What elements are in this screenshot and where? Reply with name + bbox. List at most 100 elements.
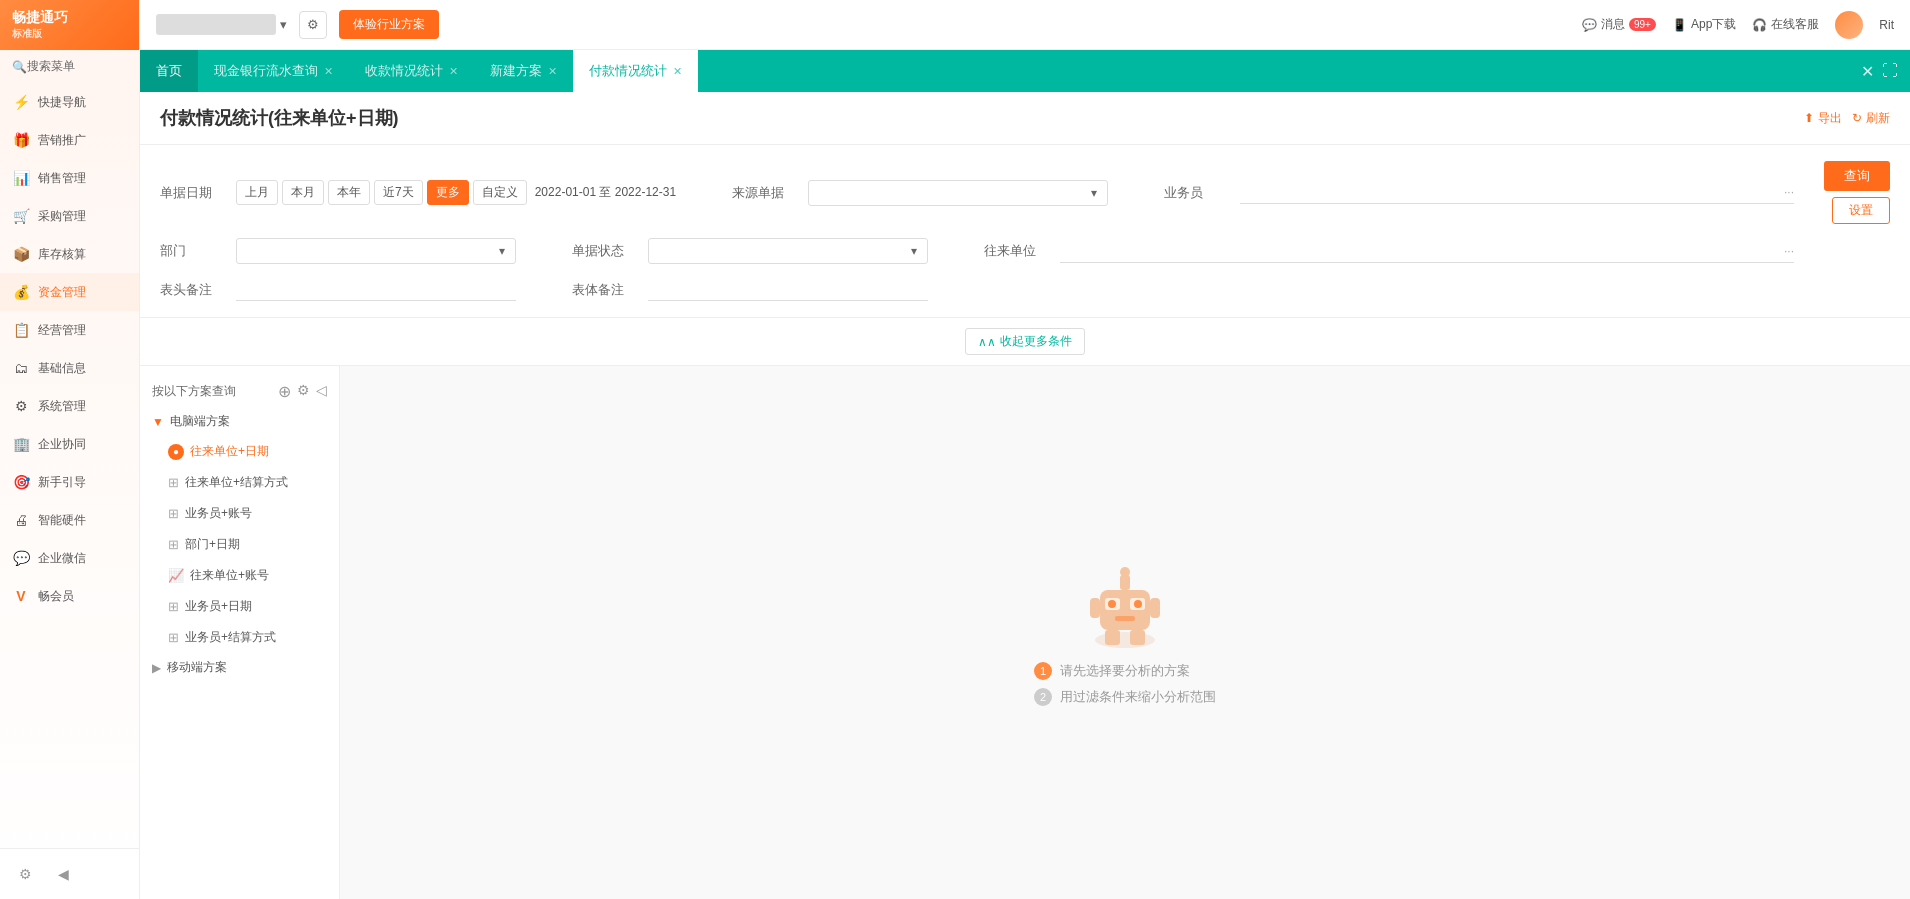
scheme-item-salesperson-date[interactable]: ⊞ 业务员+日期 [140, 591, 339, 622]
sidebar-item-search[interactable]: 🔍 搜索菜单 [0, 50, 139, 83]
scheme-active-icon: ● [168, 444, 184, 460]
close-new-tab-icon[interactable]: ✕ [548, 65, 557, 78]
username-label[interactable]: Rit [1879, 18, 1894, 32]
app-download-button[interactable]: 📱 App下载 [1672, 16, 1736, 33]
sidebar-item-purchase[interactable]: 🛒 采购管理 [0, 197, 139, 235]
service-button[interactable]: 🎧 在线客服 [1752, 16, 1819, 33]
guide-icon: 🎯 [12, 473, 30, 491]
scheme-chart-icon: 📈 [168, 568, 184, 583]
message-button[interactable]: 💬 消息 99+ [1582, 16, 1656, 33]
date-buttons: 上月 本月 本年 近7天 更多 自定义 2022-01-01 至 2022-12… [236, 180, 676, 205]
voucher-status-select[interactable]: ▾ [648, 238, 928, 264]
purchase-icon: 🛒 [12, 207, 30, 225]
this-year-btn[interactable]: 本年 [328, 180, 370, 205]
sidebar-item-company[interactable]: 🏢 企业协同 [0, 425, 139, 463]
this-month-btn[interactable]: 本月 [282, 180, 324, 205]
sidebar-item-marketing[interactable]: 🎁 营销推广 [0, 121, 139, 159]
scheme-mobile-arrow-icon: ▶ [152, 661, 161, 675]
tab-new[interactable]: 新建方案 ✕ [474, 50, 573, 92]
voucher-status-dropdown-icon: ▾ [911, 244, 917, 258]
sidebar-item-management[interactable]: 📋 经营管理 [0, 311, 139, 349]
close-bank-tab-icon[interactable]: ✕ [324, 65, 333, 78]
scheme-item-unit-account[interactable]: 📈 往来单位+账号 [140, 560, 339, 591]
close-payment-tab-icon[interactable]: ✕ [673, 65, 682, 78]
more-btn[interactable]: 更多 [427, 180, 469, 205]
tab-receipt[interactable]: 收款情况统计 ✕ [349, 50, 474, 92]
workspace-name [156, 14, 276, 35]
page-content: 付款情况统计(往来单位+日期) ⬆ 导出 ↻ 刷新 单据日期 上月 [140, 92, 1910, 899]
tab-bank[interactable]: 现金银行流水查询 ✕ [198, 50, 349, 92]
last-7-days-btn[interactable]: 近7天 [374, 180, 423, 205]
scheme-item-salesperson-account[interactable]: ⊞ 业务员+账号 [140, 498, 339, 529]
sidebar-logo: 畅捷通巧 标准版 [0, 0, 139, 50]
topbar-right: 💬 消息 99+ 📱 App下载 🎧 在线客服 Rit [1582, 11, 1894, 39]
export-button[interactable]: ⬆ 导出 [1804, 110, 1842, 127]
sidebar-item-basic[interactable]: 🗂 基础信息 [0, 349, 139, 387]
close-all-tabs-icon[interactable]: ✕ [1861, 62, 1874, 81]
scheme-item-salesperson-settlement[interactable]: ⊞ 业务员+结算方式 [140, 622, 339, 653]
sidebar-collapse-button[interactable]: ◀ [48, 859, 78, 889]
related-unit-input[interactable]: ··· [1060, 240, 1794, 263]
related-unit-more-icon: ··· [1784, 244, 1794, 258]
tab-home[interactable]: 首页 [140, 50, 198, 92]
trial-button[interactable]: 体验行业方案 [339, 10, 439, 39]
table-body-note-input[interactable] [648, 278, 928, 301]
table-header-note-label: 表头备注 [160, 281, 220, 299]
sidebar-item-member[interactable]: V 畅会员 [0, 577, 139, 615]
salesperson-input[interactable]: ··· [1240, 181, 1794, 204]
maximize-icon[interactable]: ⛶ [1882, 62, 1898, 80]
sidebar-item-guide[interactable]: 🎯 新手引导 [0, 463, 139, 501]
sidebar-footer: ⚙ ◀ [0, 848, 139, 899]
filter-row-1: 单据日期 上月 本月 本年 近7天 更多 自定义 2022-01-01 至 20… [160, 161, 1890, 224]
topbar-workspace-dropdown[interactable]: ▾ [156, 14, 287, 35]
svg-point-5 [1134, 600, 1142, 608]
sidebar-item-finance[interactable]: 💰 资金管理 [0, 273, 139, 311]
scheme-add-icon[interactable]: ⊕ [278, 382, 291, 401]
source-select[interactable]: ▾ [808, 180, 1108, 206]
company-icon: 🏢 [12, 435, 30, 453]
scheme-table-icon-3: ⊞ [168, 537, 179, 552]
sidebar-settings-button[interactable]: ⚙ [10, 859, 40, 889]
collapse-button[interactable]: ∧∧ 收起更多条件 [965, 328, 1085, 355]
dept-select[interactable]: ▾ [236, 238, 516, 264]
scheme-item-unit-settlement[interactable]: ⊞ 往来单位+结算方式 [140, 467, 339, 498]
query-button[interactable]: 查询 [1824, 161, 1890, 191]
collapse-row: ∧∧ 收起更多条件 [140, 318, 1910, 366]
sidebar-item-hardware[interactable]: 🖨 智能硬件 [0, 501, 139, 539]
svg-point-0 [1095, 632, 1155, 648]
logo-text: 畅捷通巧 标准版 [12, 9, 68, 41]
hint-num-1: 1 [1034, 662, 1052, 680]
table-body-note-label: 表体备注 [572, 281, 632, 299]
refresh-button[interactable]: ↻ 刷新 [1852, 110, 1890, 127]
custom-btn[interactable]: 自定义 [473, 180, 527, 205]
hint-num-2: 2 [1034, 688, 1052, 706]
scheme-group-desktop-title[interactable]: ▼ 电脑端方案 [140, 407, 339, 436]
scheme-group-mobile-title[interactable]: ▶ 移动端方案 [140, 653, 339, 682]
scheme-panel: 按以下方案查询 ⊕ ⚙ ◁ ▼ 电脑端方案 ● 往来单位+日期 [140, 366, 340, 899]
last-month-btn[interactable]: 上月 [236, 180, 278, 205]
right-query-area: 查询 设置 [1810, 161, 1890, 224]
nav-tabs: 首页 现金银行流水查询 ✕ 收款情况统计 ✕ 新建方案 ✕ 付款情况统计 ✕ ✕… [140, 50, 1910, 92]
settings-button[interactable]: 设置 [1832, 197, 1890, 224]
date-label: 单据日期 [160, 184, 220, 202]
scheme-item-unit-date[interactable]: ● 往来单位+日期 [140, 436, 339, 467]
dept-dropdown-icon: ▾ [499, 244, 505, 258]
sidebar-item-nav[interactable]: ⚡ 快捷导航 [0, 83, 139, 121]
tab-payment[interactable]: 付款情况统计 ✕ [573, 50, 698, 92]
table-header-note-input[interactable] [236, 278, 516, 301]
sidebar-item-wechat[interactable]: 💬 企业微信 [0, 539, 139, 577]
sidebar-item-inventory[interactable]: 📦 库存核算 [0, 235, 139, 273]
filter-row-2: 部门 ▾ 单据状态 ▾ 往来单位 ··· [160, 238, 1890, 264]
scheme-collapse-icon[interactable]: ◁ [316, 382, 327, 401]
svg-rect-1 [1100, 590, 1150, 630]
scheme-settings-icon[interactable]: ⚙ [297, 382, 310, 401]
sidebar-item-sales[interactable]: 📊 销售管理 [0, 159, 139, 197]
topbar-gear-button[interactable]: ⚙ [299, 11, 327, 39]
scheme-item-dept-date[interactable]: ⊞ 部门+日期 [140, 529, 339, 560]
sidebar-item-system[interactable]: ⚙ 系统管理 [0, 387, 139, 425]
content-area: 按以下方案查询 ⊕ ⚙ ◁ ▼ 电脑端方案 ● 往来单位+日期 [140, 366, 1910, 899]
hardware-icon: 🖨 [12, 511, 30, 529]
avatar[interactable] [1835, 11, 1863, 39]
close-receipt-tab-icon[interactable]: ✕ [449, 65, 458, 78]
page-header-actions: ⬆ 导出 ↻ 刷新 [1804, 110, 1890, 141]
